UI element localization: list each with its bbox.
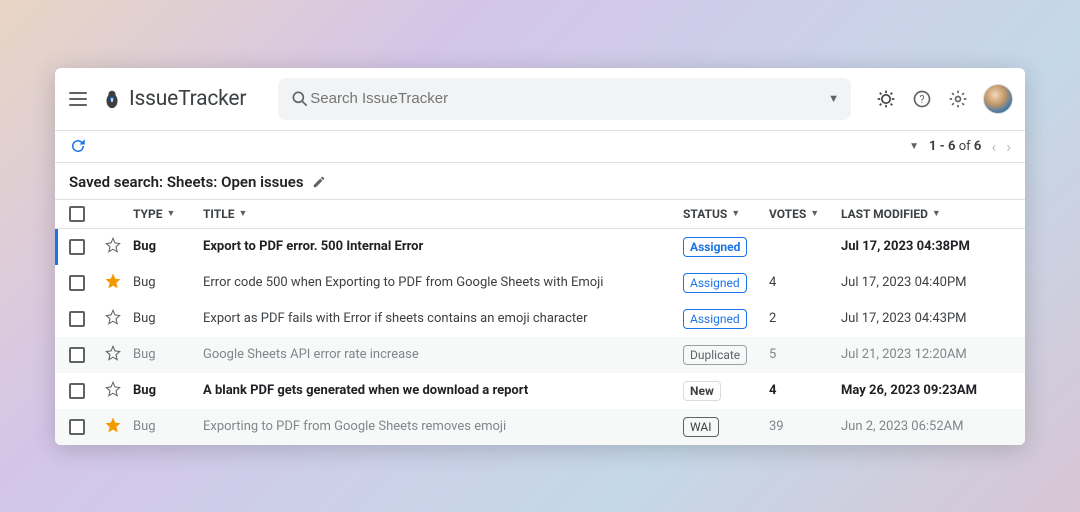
issuetracker-window: IssueTracker ▼ ? ▼: [55, 68, 1025, 445]
table-row[interactable]: Bug Google Sheets API error rate increas…: [55, 337, 1025, 373]
star-toggle[interactable]: [105, 309, 133, 329]
row-checkbox[interactable]: [69, 347, 85, 363]
cell-type: Bug: [133, 347, 203, 362]
pagination: ▼ 1 - 6 of 6 ‹ ›: [909, 137, 1011, 156]
app-title: IssueTracker: [129, 87, 246, 111]
table-row[interactable]: Bug Export to PDF error. 500 Internal Er…: [55, 229, 1025, 265]
cell-type: Bug: [133, 275, 203, 290]
column-type[interactable]: TYPE▼: [133, 207, 203, 221]
cell-title[interactable]: Export as PDF fails with Error if sheets…: [203, 311, 683, 326]
search-bar[interactable]: ▼: [278, 78, 851, 120]
cell-type: Bug: [133, 239, 203, 254]
cell-status: Duplicate: [683, 345, 769, 365]
search-icon: [290, 89, 310, 109]
top-bar: IssueTracker ▼ ?: [55, 68, 1025, 131]
page-menu-icon[interactable]: ▼: [909, 141, 919, 152]
cell-title[interactable]: Error code 500 when Exporting to PDF fro…: [203, 275, 683, 290]
cell-title[interactable]: Exporting to PDF from Google Sheets remo…: [203, 419, 683, 434]
cell-votes: 4: [769, 275, 841, 290]
search-dropdown-icon[interactable]: ▼: [828, 92, 839, 105]
pagination-text: 1 - 6 of 6: [929, 139, 981, 154]
svg-text:?: ?: [919, 93, 924, 106]
cell-status: Assigned: [683, 237, 769, 257]
toolbar: ▼ 1 - 6 of 6 ‹ ›: [55, 131, 1025, 163]
row-checkbox[interactable]: [69, 419, 85, 435]
cell-status: New: [683, 381, 769, 401]
app-logo[interactable]: IssueTracker: [101, 87, 246, 111]
row-checkbox[interactable]: [69, 239, 85, 255]
star-toggle[interactable]: [105, 381, 133, 401]
cell-last-modified: Jul 21, 2023 12:20AM: [841, 347, 1011, 362]
avatar[interactable]: [983, 84, 1013, 114]
next-page-icon[interactable]: ›: [1006, 137, 1011, 156]
prev-page-icon[interactable]: ‹: [991, 137, 996, 156]
brightness-icon[interactable]: [875, 88, 897, 110]
edit-icon[interactable]: [312, 175, 326, 189]
select-all-checkbox[interactable]: [69, 206, 85, 222]
search-input[interactable]: [310, 90, 828, 107]
cell-status: Assigned: [683, 309, 769, 329]
cell-last-modified: Jul 17, 2023 04:38PM: [841, 239, 1011, 254]
table-row[interactable]: Bug A blank PDF gets generated when we d…: [55, 373, 1025, 409]
cell-last-modified: May 26, 2023 09:23AM: [841, 383, 1011, 398]
cell-votes: 4: [769, 383, 841, 398]
row-checkbox[interactable]: [69, 311, 85, 327]
table-rows: Bug Export to PDF error. 500 Internal Er…: [55, 229, 1025, 445]
saved-search-label: Saved search: Sheets: Open issues: [69, 173, 304, 191]
cell-votes: 2: [769, 311, 841, 326]
star-toggle[interactable]: [105, 237, 133, 257]
star-toggle[interactable]: [105, 345, 133, 365]
refresh-icon[interactable]: [69, 137, 87, 155]
cell-last-modified: Jul 17, 2023 04:40PM: [841, 275, 1011, 290]
cell-title[interactable]: Google Sheets API error rate increase: [203, 347, 683, 362]
star-toggle[interactable]: [105, 273, 133, 293]
cell-type: Bug: [133, 383, 203, 398]
table-row[interactable]: Bug Export as PDF fails with Error if sh…: [55, 301, 1025, 337]
gear-icon[interactable]: [947, 88, 969, 110]
cell-votes: 5: [769, 347, 841, 362]
help-icon[interactable]: ?: [911, 88, 933, 110]
column-title[interactable]: TITLE▼: [203, 207, 683, 221]
column-votes[interactable]: VOTES▼: [769, 207, 841, 221]
column-status[interactable]: STATUS▼: [683, 207, 769, 221]
cell-votes: 39: [769, 419, 841, 434]
cell-type: Bug: [133, 419, 203, 434]
table-row[interactable]: Bug Exporting to PDF from Google Sheets …: [55, 409, 1025, 445]
top-icons: ?: [875, 84, 1013, 114]
table-row[interactable]: Bug Error code 500 when Exporting to PDF…: [55, 265, 1025, 301]
saved-search-heading: Saved search: Sheets: Open issues: [55, 163, 1025, 199]
menu-icon[interactable]: [67, 88, 89, 110]
cell-status: WAI: [683, 417, 769, 437]
row-checkbox[interactable]: [69, 275, 85, 291]
cell-title[interactable]: Export to PDF error. 500 Internal Error: [203, 239, 683, 254]
bug-icon: [101, 88, 123, 110]
cell-type: Bug: [133, 311, 203, 326]
column-last-modified[interactable]: LAST MODIFIED▼: [841, 207, 1011, 221]
cell-last-modified: Jun 2, 2023 06:52AM: [841, 419, 1011, 434]
star-toggle[interactable]: [105, 417, 133, 437]
cell-status: Assigned: [683, 273, 769, 293]
cell-last-modified: Jul 17, 2023 04:43PM: [841, 311, 1011, 326]
cell-title[interactable]: A blank PDF gets generated when we downl…: [203, 383, 683, 398]
table-header: TYPE▼ TITLE▼ STATUS▼ VOTES▼ LAST MODIFIE…: [55, 199, 1025, 229]
row-checkbox[interactable]: [69, 383, 85, 399]
